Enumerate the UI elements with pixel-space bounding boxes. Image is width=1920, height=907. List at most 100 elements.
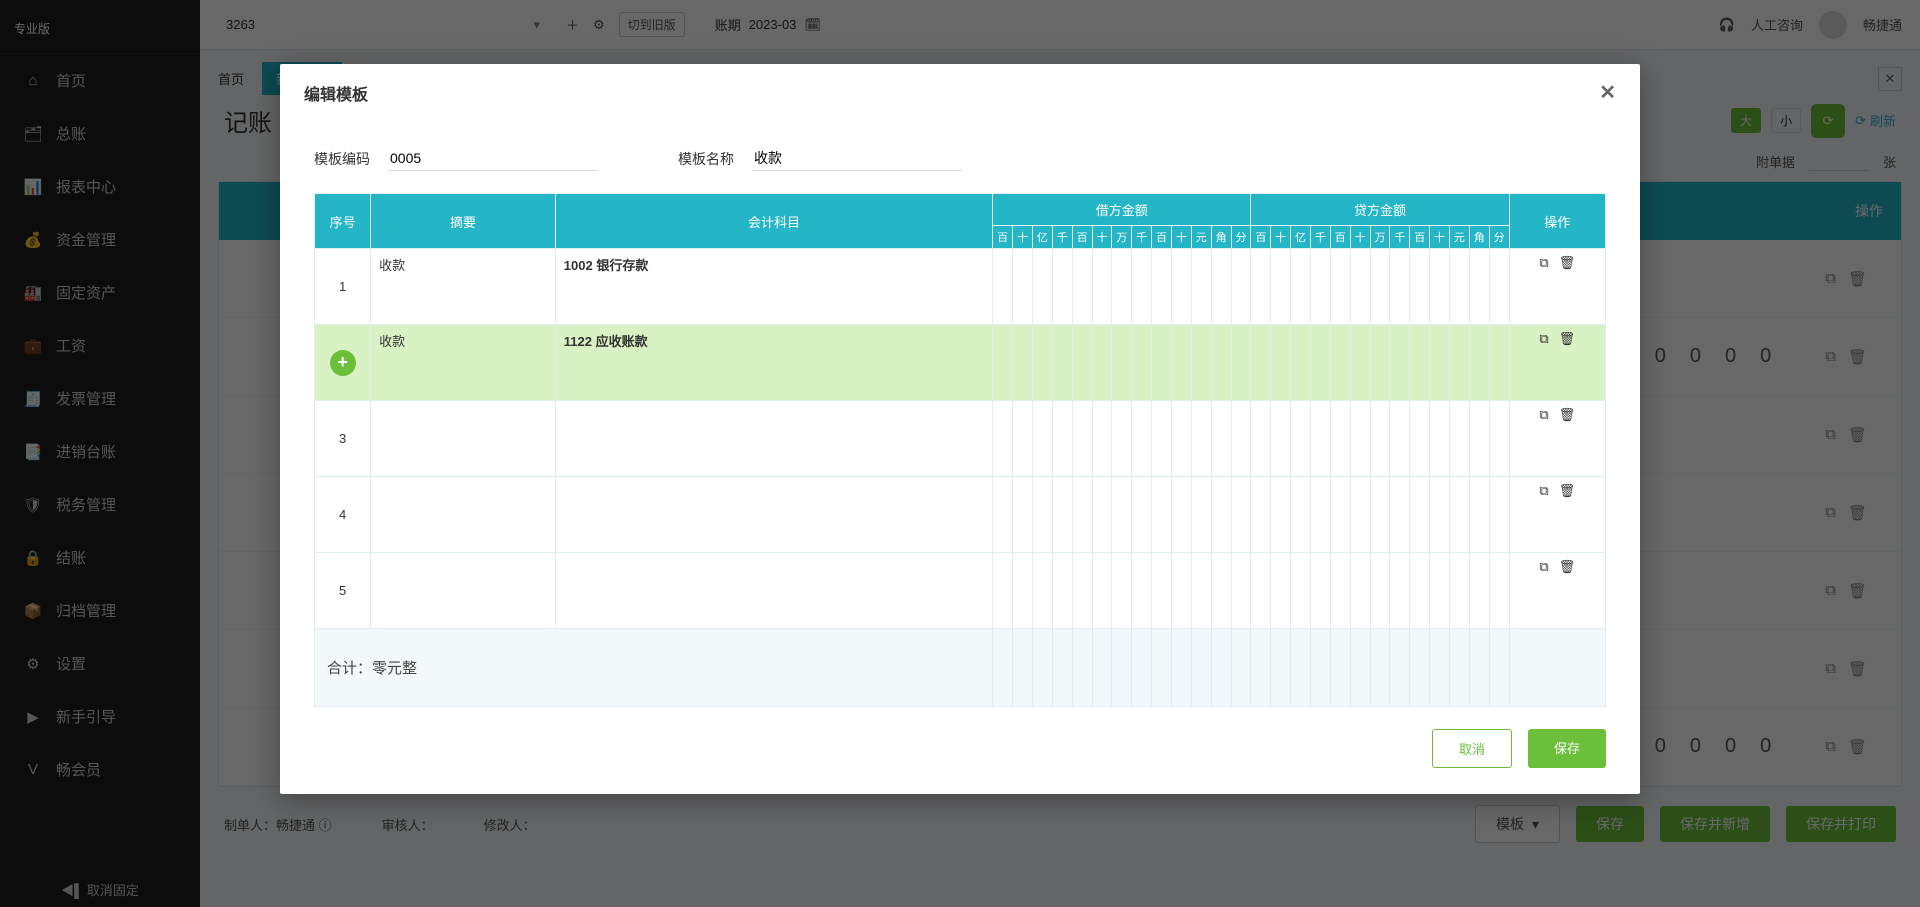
credit-digit-cell[interactable]: [1251, 477, 1271, 553]
debit-digit-cell[interactable]: [1191, 249, 1211, 325]
credit-digit-cell[interactable]: [1390, 249, 1410, 325]
debit-digit-cell[interactable]: [1112, 477, 1132, 553]
credit-digit-cell[interactable]: [1410, 553, 1430, 629]
debit-digit-cell[interactable]: [1072, 477, 1092, 553]
debit-digit-cell[interactable]: [1013, 401, 1033, 477]
debit-digit-cell[interactable]: [1092, 553, 1112, 629]
credit-digit-cell[interactable]: [1251, 249, 1271, 325]
credit-digit-cell[interactable]: [1291, 477, 1311, 553]
credit-digit-cell[interactable]: [1489, 325, 1509, 401]
credit-digit-cell[interactable]: [1271, 249, 1291, 325]
credit-digit-cell[interactable]: [1310, 477, 1330, 553]
credit-digit-cell[interactable]: [1489, 249, 1509, 325]
credit-digit-cell[interactable]: [1390, 401, 1410, 477]
credit-digit-cell[interactable]: [1330, 325, 1350, 401]
debit-digit-cell[interactable]: [1092, 401, 1112, 477]
debit-digit-cell[interactable]: [1191, 477, 1211, 553]
credit-digit-cell[interactable]: [1370, 553, 1390, 629]
summary-cell[interactable]: 收款: [371, 325, 556, 401]
debit-digit-cell[interactable]: [1211, 553, 1231, 629]
modal-close-button[interactable]: ✕: [1599, 80, 1616, 105]
debit-digit-cell[interactable]: [1052, 249, 1072, 325]
credit-digit-cell[interactable]: [1449, 325, 1469, 401]
debit-digit-cell[interactable]: [1211, 249, 1231, 325]
credit-digit-cell[interactable]: [1410, 477, 1430, 553]
debit-digit-cell[interactable]: [1132, 325, 1152, 401]
debit-digit-cell[interactable]: [1231, 477, 1251, 553]
debit-digit-cell[interactable]: [1152, 249, 1172, 325]
debit-digit-cell[interactable]: [1112, 401, 1132, 477]
summary-cell[interactable]: [371, 401, 556, 477]
debit-digit-cell[interactable]: [1032, 477, 1052, 553]
debit-digit-cell[interactable]: [993, 325, 1013, 401]
credit-digit-cell[interactable]: [1449, 477, 1469, 553]
modal-cancel-button[interactable]: 取消: [1432, 729, 1512, 768]
credit-digit-cell[interactable]: [1350, 477, 1370, 553]
debit-digit-cell[interactable]: [1132, 401, 1152, 477]
debit-digit-cell[interactable]: [1032, 325, 1052, 401]
copy-row-icon[interactable]: ⧉: [1539, 331, 1548, 347]
credit-digit-cell[interactable]: [1330, 401, 1350, 477]
credit-digit-cell[interactable]: [1390, 477, 1410, 553]
credit-digit-cell[interactable]: [1330, 553, 1350, 629]
debit-digit-cell[interactable]: [1152, 325, 1172, 401]
credit-digit-cell[interactable]: [1469, 249, 1489, 325]
debit-digit-cell[interactable]: [1191, 325, 1211, 401]
template-row[interactable]: 5⧉🗑: [315, 553, 1606, 629]
debit-digit-cell[interactable]: [1171, 401, 1191, 477]
credit-digit-cell[interactable]: [1251, 401, 1271, 477]
summary-cell[interactable]: 收款: [371, 249, 556, 325]
credit-digit-cell[interactable]: [1410, 249, 1430, 325]
debit-digit-cell[interactable]: [1152, 401, 1172, 477]
credit-digit-cell[interactable]: [1330, 249, 1350, 325]
credit-digit-cell[interactable]: [1410, 325, 1430, 401]
credit-digit-cell[interactable]: [1291, 553, 1311, 629]
credit-digit-cell[interactable]: [1271, 477, 1291, 553]
credit-digit-cell[interactable]: [1449, 249, 1469, 325]
template-row[interactable]: 1收款1002 银行存款⧉🗑: [315, 249, 1606, 325]
debit-digit-cell[interactable]: [1052, 325, 1072, 401]
credit-digit-cell[interactable]: [1350, 325, 1370, 401]
subject-cell[interactable]: [555, 477, 992, 553]
debit-digit-cell[interactable]: [1052, 477, 1072, 553]
modal-save-button[interactable]: 保存: [1528, 729, 1606, 768]
credit-digit-cell[interactable]: [1410, 401, 1430, 477]
credit-digit-cell[interactable]: [1310, 401, 1330, 477]
template-row[interactable]: + 收款1122 应收账款 ⧉ 🗑: [315, 325, 1606, 401]
debit-digit-cell[interactable]: [993, 553, 1013, 629]
delete-row-icon[interactable]: 🗑: [1559, 559, 1576, 575]
credit-digit-cell[interactable]: [1469, 401, 1489, 477]
copy-row-icon[interactable]: ⧉: [1539, 255, 1548, 271]
debit-digit-cell[interactable]: [1231, 553, 1251, 629]
debit-digit-cell[interactable]: [1171, 325, 1191, 401]
credit-digit-cell[interactable]: [1430, 401, 1450, 477]
credit-digit-cell[interactable]: [1271, 401, 1291, 477]
delete-row-icon[interactable]: 🗑: [1559, 331, 1576, 347]
debit-digit-cell[interactable]: [1013, 249, 1033, 325]
credit-digit-cell[interactable]: [1370, 249, 1390, 325]
credit-digit-cell[interactable]: [1350, 401, 1370, 477]
copy-row-icon[interactable]: ⧉: [1539, 483, 1548, 499]
credit-digit-cell[interactable]: [1469, 325, 1489, 401]
add-row-button[interactable]: +: [330, 350, 356, 376]
debit-digit-cell[interactable]: [1052, 553, 1072, 629]
debit-digit-cell[interactable]: [1211, 477, 1231, 553]
credit-digit-cell[interactable]: [1469, 477, 1489, 553]
copy-row-icon[interactable]: ⧉: [1539, 407, 1548, 423]
debit-digit-cell[interactable]: [1132, 249, 1152, 325]
credit-digit-cell[interactable]: [1430, 325, 1450, 401]
debit-digit-cell[interactable]: [1191, 553, 1211, 629]
debit-digit-cell[interactable]: [1231, 401, 1251, 477]
credit-digit-cell[interactable]: [1291, 249, 1311, 325]
debit-digit-cell[interactable]: [1072, 401, 1092, 477]
debit-digit-cell[interactable]: [1052, 401, 1072, 477]
credit-digit-cell[interactable]: [1489, 553, 1509, 629]
subject-cell[interactable]: [555, 401, 992, 477]
credit-digit-cell[interactable]: [1350, 249, 1370, 325]
credit-digit-cell[interactable]: [1390, 325, 1410, 401]
debit-digit-cell[interactable]: [1132, 477, 1152, 553]
debit-digit-cell[interactable]: [1211, 401, 1231, 477]
credit-digit-cell[interactable]: [1449, 401, 1469, 477]
delete-row-icon[interactable]: 🗑: [1559, 407, 1576, 423]
subject-cell[interactable]: 1122 应收账款: [555, 325, 992, 401]
